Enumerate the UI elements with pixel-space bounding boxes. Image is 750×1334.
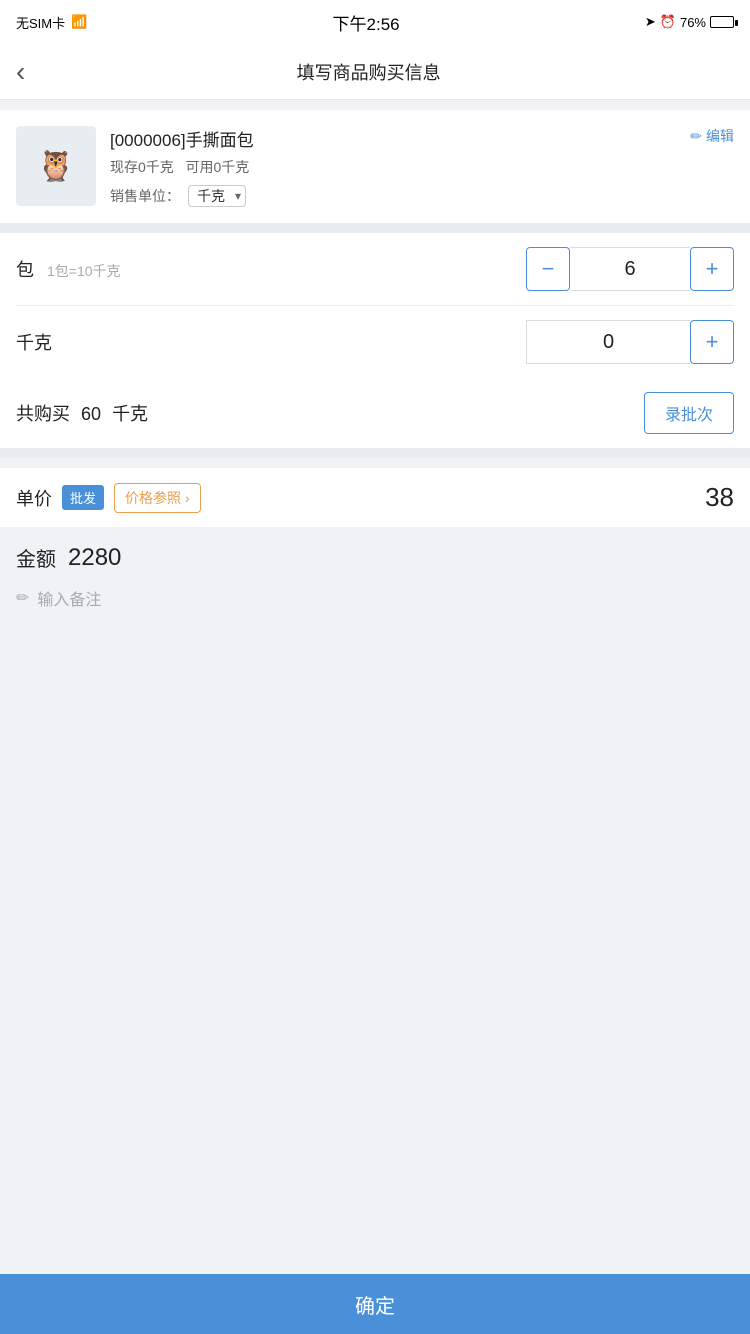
product-stock: 现存0千克 可用0千克 [110, 157, 734, 177]
separator-2 [0, 448, 750, 458]
location-icon: ➤ [645, 14, 656, 30]
product-name: [0000006]手撕面包 [110, 126, 734, 151]
product-unit-row: 销售单位： 千克 [110, 185, 734, 207]
alarm-icon: ⏰ [660, 14, 676, 30]
separator-1 [0, 223, 750, 233]
total-section: 共购买 60 千克 录批次 [0, 378, 750, 448]
status-right: ➤ ⏰ 76% [645, 14, 734, 30]
price-ref-button[interactable]: 价格参照 › [114, 483, 201, 513]
price-value: 38 [705, 482, 734, 513]
battery-icon [710, 16, 734, 28]
bao-minus-button[interactable]: − [526, 247, 570, 291]
edit-button[interactable]: ✏ 编辑 [690, 126, 734, 146]
amount-value: 2280 [68, 544, 121, 572]
carrier-text: 无SIM卡 [16, 13, 65, 32]
kg-qty-input[interactable] [526, 320, 690, 364]
total-text: 共购买 60 千克 [16, 400, 148, 426]
price-label: 单价 [16, 485, 52, 511]
batch-button[interactable]: 录批次 [644, 392, 734, 434]
kg-plus-button[interactable]: + [690, 320, 734, 364]
status-left: 无SIM卡 📶 [16, 13, 87, 32]
confirm-button-wrap: 确定 [0, 1274, 750, 1334]
amount-section: 金额 2280 ✏ 输入备注 [0, 527, 750, 620]
bao-label: 包 1包=10千克 [16, 256, 526, 282]
wifi-icon: 📶 [71, 14, 87, 30]
bao-plus-button[interactable]: + [690, 247, 734, 291]
bao-qty-control: − + [526, 247, 734, 291]
kg-qty-control: + [526, 320, 734, 364]
product-owl-icon: 🦉 [37, 149, 74, 184]
nav-bar: ‹ 填写商品购买信息 [0, 44, 750, 100]
product-image: 🦉 [16, 126, 96, 206]
amount-label: 金额 [16, 543, 56, 572]
status-bar: 无SIM卡 📶 下午2:56 ➤ ⏰ 76% [0, 0, 750, 44]
confirm-button[interactable]: 确定 [0, 1274, 750, 1334]
price-section: 单价 批发 价格参照 › 38 [0, 468, 750, 527]
product-info: [0000006]手撕面包 现存0千克 可用0千克 销售单位： 千克 [110, 126, 734, 207]
amount-row: 金额 2280 [16, 543, 734, 572]
kg-row: 千克 + [16, 306, 734, 378]
product-card: 🦉 [0000006]手撕面包 现存0千克 可用0千克 销售单位： 千克 ✏ 编… [0, 110, 750, 223]
unit-select-wrap[interactable]: 千克 [188, 185, 246, 207]
pencil-icon: ✏ [16, 588, 29, 608]
input-section: 包 1包=10千克 − + 千克 + [0, 233, 750, 378]
note-placeholder: 输入备注 [37, 586, 101, 610]
bao-qty-input[interactable] [570, 247, 690, 291]
battery-percent: 76% [680, 15, 706, 30]
empty-space [0, 620, 750, 1020]
back-button[interactable]: ‹ [16, 56, 25, 88]
price-tag-batch: 批发 [62, 485, 104, 510]
bao-row: 包 1包=10千克 − + [16, 233, 734, 306]
edit-icon: ✏ [690, 128, 702, 145]
note-row[interactable]: ✏ 输入备注 [16, 586, 734, 610]
status-time: 下午2:56 [333, 10, 400, 35]
page-title: 填写商品购买信息 [41, 59, 696, 85]
kg-label: 千克 [16, 329, 526, 355]
unit-select[interactable]: 千克 [188, 185, 246, 207]
